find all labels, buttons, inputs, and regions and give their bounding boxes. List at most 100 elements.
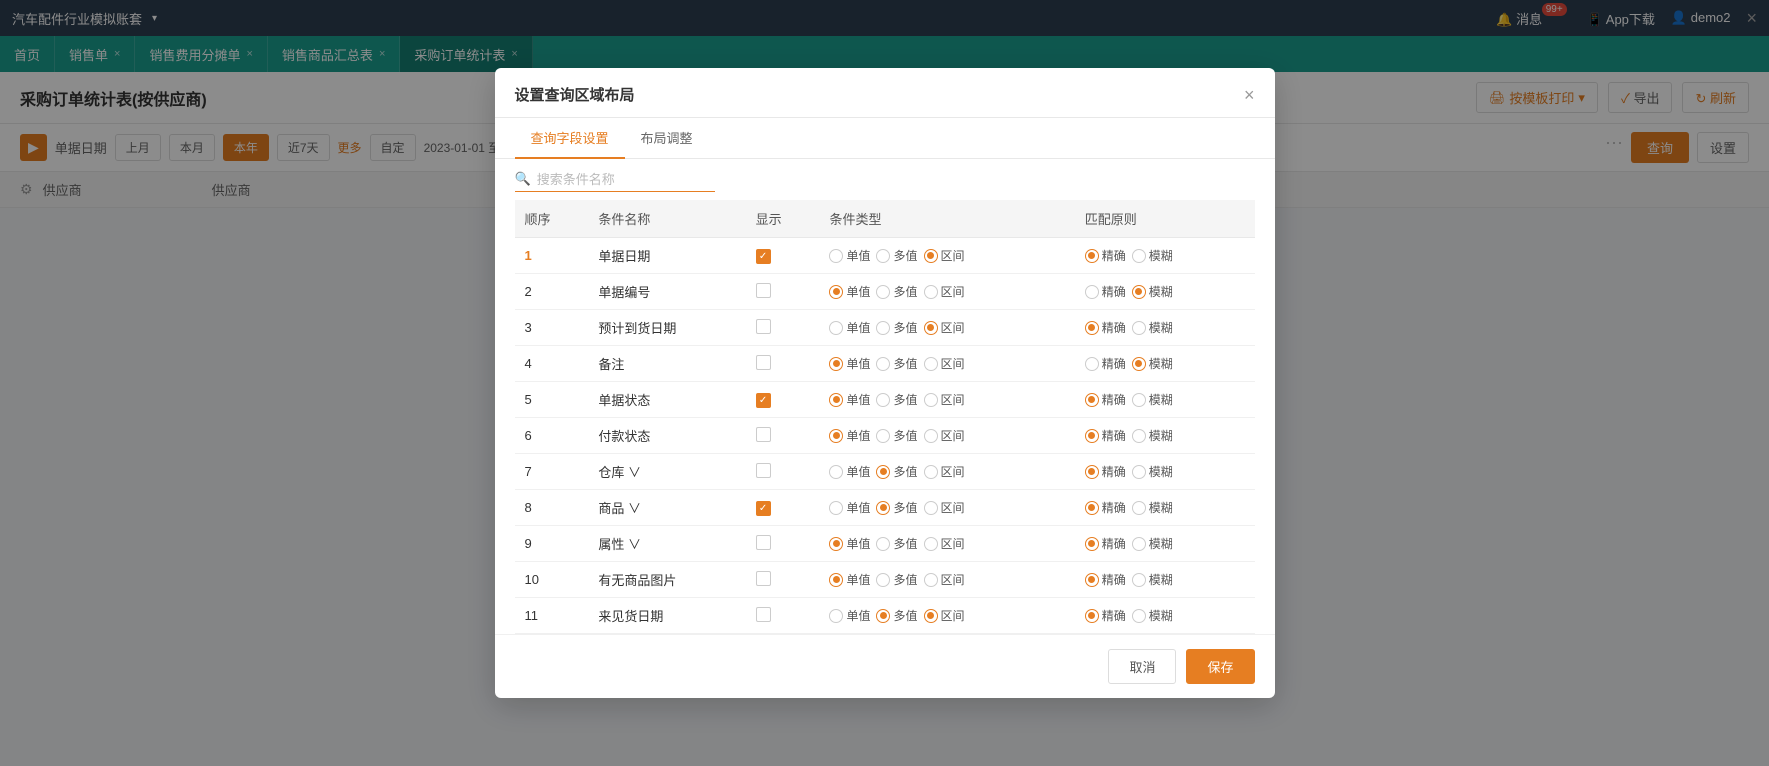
radio-exact-dot[interactable] xyxy=(1085,429,1099,443)
modal-tab-field-settings[interactable]: 查询字段设置 xyxy=(515,118,625,159)
radio-range-dot[interactable] xyxy=(924,393,938,407)
radio-exact-dot[interactable] xyxy=(1085,573,1099,587)
match-fuzzy-radio[interactable]: 模糊 xyxy=(1132,607,1173,624)
radio-fuzzy-dot[interactable] xyxy=(1132,249,1146,263)
radio-fuzzy-dot[interactable] xyxy=(1132,429,1146,443)
type-multi-radio[interactable]: 多值 xyxy=(876,355,917,372)
match-exact-radio[interactable]: 精确 xyxy=(1085,427,1126,444)
radio-single-dot[interactable] xyxy=(829,357,843,371)
row-display-checkbox[interactable] xyxy=(746,562,820,598)
match-exact-radio[interactable]: 精确 xyxy=(1085,463,1126,480)
radio-exact-dot[interactable] xyxy=(1085,285,1099,299)
match-fuzzy-radio[interactable]: 模糊 xyxy=(1132,463,1173,480)
radio-range-dot[interactable] xyxy=(924,573,938,587)
radio-multi-dot[interactable] xyxy=(876,609,890,623)
row-display-checkbox[interactable] xyxy=(746,526,820,562)
radio-range-dot[interactable] xyxy=(924,609,938,623)
radio-range-dot[interactable] xyxy=(924,321,938,335)
modal-tab-layout-adjust[interactable]: 布局调整 xyxy=(625,118,709,159)
modal-close-button[interactable]: × xyxy=(1244,86,1255,104)
radio-multi-dot[interactable] xyxy=(876,285,890,299)
type-multi-radio[interactable]: 多值 xyxy=(876,427,917,444)
display-checkbox[interactable]: ✓ xyxy=(756,249,771,264)
radio-fuzzy-dot[interactable] xyxy=(1132,321,1146,335)
match-exact-radio[interactable]: 精确 xyxy=(1085,571,1126,588)
type-single-radio[interactable]: 单值 xyxy=(829,247,870,264)
display-checkbox[interactable] xyxy=(756,535,771,550)
display-checkbox[interactable] xyxy=(756,427,771,442)
row-display-checkbox[interactable] xyxy=(746,274,820,310)
radio-range-dot[interactable] xyxy=(924,501,938,515)
row-display-checkbox[interactable]: ✓ xyxy=(746,382,820,418)
radio-multi-dot[interactable] xyxy=(876,393,890,407)
radio-multi-dot[interactable] xyxy=(876,465,890,479)
display-checkbox[interactable] xyxy=(756,463,771,478)
row-display-checkbox[interactable] xyxy=(746,346,820,382)
match-exact-radio[interactable]: 精确 xyxy=(1085,499,1126,516)
radio-multi-dot[interactable] xyxy=(876,321,890,335)
radio-single-dot[interactable] xyxy=(829,393,843,407)
radio-fuzzy-dot[interactable] xyxy=(1132,501,1146,515)
type-single-radio[interactable]: 单值 xyxy=(829,283,870,300)
radio-single-dot[interactable] xyxy=(829,573,843,587)
match-fuzzy-radio[interactable]: 模糊 xyxy=(1132,283,1173,300)
radio-range-dot[interactable] xyxy=(924,429,938,443)
match-fuzzy-radio[interactable]: 模糊 xyxy=(1132,319,1173,336)
type-multi-radio[interactable]: 多值 xyxy=(876,283,917,300)
match-exact-radio[interactable]: 精确 xyxy=(1085,535,1126,552)
match-exact-radio[interactable]: 精确 xyxy=(1085,319,1126,336)
type-range-radio[interactable]: 区间 xyxy=(924,499,965,516)
type-range-radio[interactable]: 区间 xyxy=(924,607,965,624)
radio-multi-dot[interactable] xyxy=(876,249,890,263)
type-range-radio[interactable]: 区间 xyxy=(924,427,965,444)
type-multi-radio[interactable]: 多值 xyxy=(876,571,917,588)
radio-fuzzy-dot[interactable] xyxy=(1132,573,1146,587)
cancel-button[interactable]: 取消 xyxy=(1108,649,1176,684)
radio-fuzzy-dot[interactable] xyxy=(1132,609,1146,623)
radio-exact-dot[interactable] xyxy=(1085,465,1099,479)
radio-fuzzy-dot[interactable] xyxy=(1132,465,1146,479)
type-range-radio[interactable]: 区间 xyxy=(924,319,965,336)
display-checkbox[interactable] xyxy=(756,355,771,370)
radio-exact-dot[interactable] xyxy=(1085,609,1099,623)
match-fuzzy-radio[interactable]: 模糊 xyxy=(1132,427,1173,444)
display-checkbox[interactable] xyxy=(756,283,771,298)
row-display-checkbox[interactable] xyxy=(746,598,820,634)
radio-multi-dot[interactable] xyxy=(876,537,890,551)
radio-fuzzy-dot[interactable] xyxy=(1132,357,1146,371)
match-exact-radio[interactable]: 精确 xyxy=(1085,247,1126,264)
row-display-checkbox[interactable]: ✓ xyxy=(746,238,820,274)
match-exact-radio[interactable]: 精确 xyxy=(1085,283,1126,300)
radio-single-dot[interactable] xyxy=(829,321,843,335)
radio-single-dot[interactable] xyxy=(829,429,843,443)
radio-exact-dot[interactable] xyxy=(1085,357,1099,371)
match-fuzzy-radio[interactable]: 模糊 xyxy=(1132,247,1173,264)
type-multi-radio[interactable]: 多值 xyxy=(876,391,917,408)
save-button[interactable]: 保存 xyxy=(1186,649,1254,684)
type-range-radio[interactable]: 区间 xyxy=(924,355,965,372)
type-range-radio[interactable]: 区间 xyxy=(924,463,965,480)
type-single-radio[interactable]: 单值 xyxy=(829,427,870,444)
display-checkbox[interactable] xyxy=(756,607,771,622)
radio-exact-dot[interactable] xyxy=(1085,537,1099,551)
radio-single-dot[interactable] xyxy=(829,285,843,299)
type-single-radio[interactable]: 单值 xyxy=(829,571,870,588)
match-exact-radio[interactable]: 精确 xyxy=(1085,355,1126,372)
row-display-checkbox[interactable] xyxy=(746,310,820,346)
radio-single-dot[interactable] xyxy=(829,249,843,263)
radio-exact-dot[interactable] xyxy=(1085,501,1099,515)
type-multi-radio[interactable]: 多值 xyxy=(876,247,917,264)
radio-range-dot[interactable] xyxy=(924,285,938,299)
radio-multi-dot[interactable] xyxy=(876,573,890,587)
radio-range-dot[interactable] xyxy=(924,465,938,479)
radio-multi-dot[interactable] xyxy=(876,357,890,371)
radio-single-dot[interactable] xyxy=(829,609,843,623)
display-checkbox[interactable] xyxy=(756,319,771,334)
match-fuzzy-radio[interactable]: 模糊 xyxy=(1132,355,1173,372)
match-exact-radio[interactable]: 精确 xyxy=(1085,391,1126,408)
radio-fuzzy-dot[interactable] xyxy=(1132,393,1146,407)
row-display-checkbox[interactable] xyxy=(746,418,820,454)
display-checkbox[interactable] xyxy=(756,571,771,586)
search-input[interactable] xyxy=(537,172,697,187)
radio-single-dot[interactable] xyxy=(829,465,843,479)
